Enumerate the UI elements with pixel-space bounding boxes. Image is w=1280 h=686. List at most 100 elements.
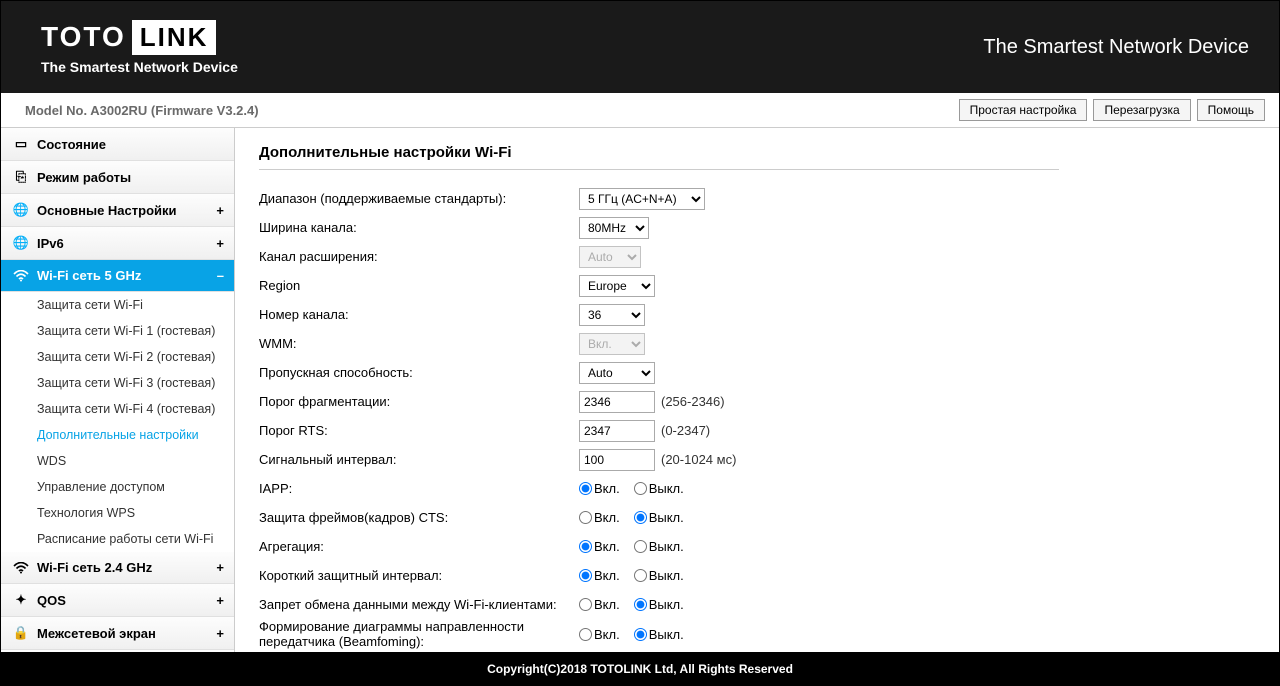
radio-sgi-on[interactable]: Вкл.: [579, 568, 620, 583]
sidebar-sub-schedule[interactable]: Расписание работы сети Wi-Fi: [1, 526, 234, 552]
hint-frag: (256-2346): [661, 394, 725, 409]
logo-block: TOTO LINK The Smartest Network Device: [41, 20, 238, 75]
label-frag: Порог фрагментации:: [259, 394, 579, 409]
expand-icon: +: [216, 560, 224, 575]
logo-tagline: The Smartest Network Device: [41, 59, 238, 75]
input-rts[interactable]: [579, 420, 655, 442]
label-region: Region: [259, 278, 579, 293]
header: TOTO LINK The Smartest Network Device Th…: [1, 1, 1279, 93]
logo: TOTO LINK: [41, 20, 238, 55]
select-wmm: Вкл.: [579, 333, 645, 355]
radio-bf-on[interactable]: Вкл.: [579, 627, 620, 642]
lock-icon: 🔒: [11, 625, 31, 641]
row-ext: Канал расширения: Auto: [259, 242, 1255, 271]
select-band[interactable]: 5 ГГц (AC+N+A): [579, 188, 705, 210]
radio-aggr-on[interactable]: Вкл.: [579, 539, 620, 554]
row-beacon: Сигнальный интервал: (20-1024 мс): [259, 445, 1255, 474]
sidebar-item-wifi5[interactable]: Wi-Fi сеть 5 GHz –: [1, 260, 234, 292]
expand-icon: +: [216, 236, 224, 251]
row-wmm: WMM: Вкл.: [259, 329, 1255, 358]
sidebar-label: Режим работы: [37, 170, 131, 185]
select-region[interactable]: Europe: [579, 275, 655, 297]
sidebar-item-firewall[interactable]: 🔒 Межсетевой экран +: [1, 617, 234, 650]
row-sgi: Короткий защитный интервал: Вкл. Выкл.: [259, 561, 1255, 590]
row-cts: Защита фреймов(кадров) CTS: Вкл. Выкл.: [259, 503, 1255, 532]
label-aggr: Агрегация:: [259, 539, 579, 554]
sidebar-item-wifi24[interactable]: Wi-Fi сеть 2.4 GHz +: [1, 552, 234, 584]
radio-iapp-off[interactable]: Выкл.: [634, 481, 684, 496]
footer: Copyright(C)2018 TOTOLINK Ltd, All Right…: [1, 652, 1279, 686]
sidebar-sub-security3[interactable]: Защита сети Wi-Fi 3 (гостевая): [1, 370, 234, 396]
radio-cts-on[interactable]: Вкл.: [579, 510, 620, 525]
reboot-button[interactable]: Перезагрузка: [1093, 99, 1190, 121]
label-beamforming: Формирование диаграммы направленности пе…: [259, 619, 579, 649]
select-channel[interactable]: 36: [579, 304, 645, 326]
sidebar-sub-security[interactable]: Защита сети Wi-Fi: [1, 292, 234, 318]
status-icon: ▭: [11, 136, 31, 152]
globe-icon: 🌐: [11, 202, 31, 218]
row-channel: Номер канала: 36: [259, 300, 1255, 329]
label-isolate: Запрет обмена данными между Wi-Fi-клиент…: [259, 597, 579, 612]
sidebar-label: QOS: [37, 593, 66, 608]
label-width: Ширина канала:: [259, 220, 579, 235]
sidebar-label: Wi-Fi сеть 5 GHz: [37, 268, 141, 283]
radio-isolate-on[interactable]: Вкл.: [579, 597, 620, 612]
wifi-icon: [11, 562, 31, 574]
content[interactable]: Дополнительные настройки Wi-Fi Диапазон …: [235, 128, 1279, 658]
logo-text-right: LINK: [132, 20, 217, 55]
top-buttons: Простая настройка Перезагрузка Помощь: [959, 99, 1265, 121]
label-wmm: WMM:: [259, 336, 579, 351]
sidebar-item-qos[interactable]: ✦ QOS +: [1, 584, 234, 617]
sidebar-item-status[interactable]: ▭ Состояние: [1, 128, 234, 161]
sidebar-sub-access[interactable]: Управление доступом: [1, 474, 234, 500]
label-ext: Канал расширения:: [259, 249, 579, 264]
label-sgi: Короткий защитный интервал:: [259, 568, 579, 583]
select-ext: Auto: [579, 246, 641, 268]
mode-icon: ⎘: [11, 169, 31, 185]
expand-icon: +: [216, 593, 224, 608]
sidebar-label: Wi-Fi сеть 2.4 GHz: [37, 560, 152, 575]
sidebar[interactable]: ▭ Состояние ⎘ Режим работы 🌐 Основные На…: [1, 128, 235, 658]
sidebar-item-ipv6[interactable]: 🌐 IPv6 +: [1, 227, 234, 260]
row-beamforming: Формирование диаграммы направленности пе…: [259, 619, 1255, 649]
radio-iapp-on[interactable]: Вкл.: [579, 481, 620, 496]
row-iapp: IAPP: Вкл. Выкл.: [259, 474, 1255, 503]
sidebar-item-basic[interactable]: 🌐 Основные Настройки +: [1, 194, 234, 227]
help-button[interactable]: Помощь: [1197, 99, 1265, 121]
label-beacon: Сигнальный интервал:: [259, 452, 579, 467]
sidebar-sub-security4[interactable]: Защита сети Wi-Fi 4 (гостевая): [1, 396, 234, 422]
select-width[interactable]: 80MHz: [579, 217, 649, 239]
label-band: Диапазон (поддерживаемые стандарты):: [259, 191, 579, 206]
expand-icon: +: [216, 626, 224, 641]
sidebar-sub-wps[interactable]: Технология WPS: [1, 500, 234, 526]
easy-setup-button[interactable]: Простая настройка: [959, 99, 1088, 121]
qos-icon: ✦: [11, 592, 31, 608]
label-rts: Порог RTS:: [259, 423, 579, 438]
row-band: Диапазон (поддерживаемые стандарты): 5 Г…: [259, 184, 1255, 213]
sidebar-label: Состояние: [37, 137, 106, 152]
radio-isolate-off[interactable]: Выкл.: [634, 597, 684, 612]
label-cts: Защита фреймов(кадров) CTS:: [259, 510, 579, 525]
label-rate: Пропускная способность:: [259, 365, 579, 380]
collapse-icon: –: [217, 268, 224, 283]
radio-bf-off[interactable]: Выкл.: [634, 627, 684, 642]
expand-icon: +: [216, 203, 224, 218]
input-frag[interactable]: [579, 391, 655, 413]
sidebar-sub-security2[interactable]: Защита сети Wi-Fi 2 (гостевая): [1, 344, 234, 370]
row-frag: Порог фрагментации: (256-2346): [259, 387, 1255, 416]
sidebar-item-mode[interactable]: ⎘ Режим работы: [1, 161, 234, 194]
sidebar-sub-wds[interactable]: WDS: [1, 448, 234, 474]
sidebar-sub-security1[interactable]: Защита сети Wi-Fi 1 (гостевая): [1, 318, 234, 344]
hint-beacon: (20-1024 мс): [661, 452, 736, 467]
label-channel: Номер канала:: [259, 307, 579, 322]
radio-sgi-off[interactable]: Выкл.: [634, 568, 684, 583]
sidebar-label: IPv6: [37, 236, 64, 251]
radio-aggr-off[interactable]: Выкл.: [634, 539, 684, 554]
input-beacon[interactable]: [579, 449, 655, 471]
page-title: Дополнительные настройки Wi-Fi: [259, 144, 1059, 170]
row-region: Region Europe: [259, 271, 1255, 300]
hint-rts: (0-2347): [661, 423, 710, 438]
radio-cts-off[interactable]: Выкл.: [634, 510, 684, 525]
select-rate[interactable]: Auto: [579, 362, 655, 384]
sidebar-sub-advanced[interactable]: Дополнительные настройки: [1, 422, 234, 448]
